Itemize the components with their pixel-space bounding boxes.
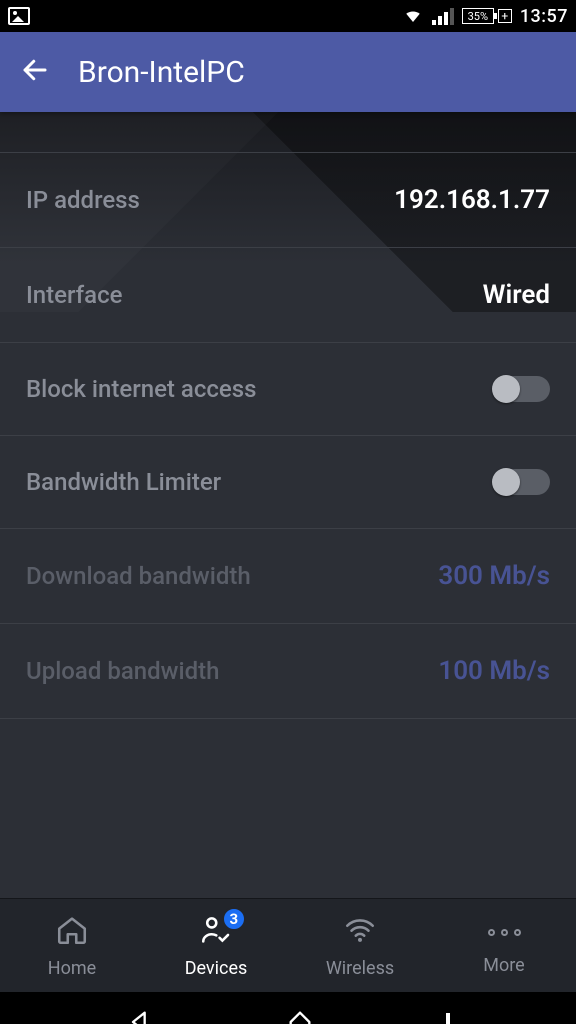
bandwidth-limiter-toggle[interactable] bbox=[494, 469, 550, 495]
battery-plus-icon: + bbox=[498, 9, 512, 23]
nav-more-label: More bbox=[483, 955, 524, 976]
download-bw-value: 300 Mb/s bbox=[438, 561, 550, 591]
row-ip-address: IP address 192.168.1.77 bbox=[0, 152, 576, 248]
nav-home-label: Home bbox=[48, 958, 96, 979]
row-interface: Interface Wired bbox=[0, 248, 576, 343]
block-internet-toggle[interactable] bbox=[494, 376, 550, 402]
ip-value: 192.168.1.77 bbox=[394, 185, 550, 215]
android-status-bar: 35% + 13:57 bbox=[0, 0, 576, 32]
bandwidth-limiter-label: Bandwidth Limiter bbox=[26, 468, 221, 496]
nav-home[interactable]: Home bbox=[0, 899, 144, 992]
wireless-icon bbox=[341, 913, 379, 952]
block-internet-label: Block internet access bbox=[26, 375, 256, 403]
interface-label: Interface bbox=[26, 281, 122, 309]
battery-percent: 35% bbox=[463, 9, 493, 23]
row-block-internet: Block internet access bbox=[0, 343, 576, 436]
nav-wireless[interactable]: Wireless bbox=[288, 899, 432, 992]
ip-label: IP address bbox=[26, 186, 140, 214]
cell-signal-icon bbox=[432, 7, 454, 25]
row-download-bandwidth[interactable]: Download bandwidth 300 Mb/s bbox=[0, 529, 576, 624]
download-bw-label: Download bandwidth bbox=[26, 562, 251, 590]
android-nav-bar bbox=[0, 992, 576, 1024]
page-title: Bron-IntelPC bbox=[78, 55, 245, 90]
more-icon bbox=[488, 915, 521, 949]
nav-devices-label: Devices bbox=[185, 958, 248, 979]
nav-more[interactable]: More bbox=[432, 899, 576, 992]
home-icon bbox=[53, 913, 91, 952]
notification-image-icon bbox=[8, 7, 30, 25]
battery-indicator: 35% + bbox=[462, 8, 512, 24]
app-header: Bron-IntelPC bbox=[0, 32, 576, 112]
bottom-nav: Home 3 Devices Wireless More bbox=[0, 898, 576, 992]
android-back-button[interactable] bbox=[126, 1008, 154, 1024]
devices-badge: 3 bbox=[222, 907, 246, 931]
device-detail-panel: IP address 192.168.1.77 Interface Wired … bbox=[0, 112, 576, 898]
row-bandwidth-limiter: Bandwidth Limiter bbox=[0, 436, 576, 529]
arrow-left-icon bbox=[20, 55, 50, 85]
android-recents-button[interactable] bbox=[446, 1015, 450, 1024]
wifi-icon bbox=[402, 7, 424, 25]
android-home-button[interactable] bbox=[286, 1008, 314, 1024]
interface-value: Wired bbox=[483, 280, 550, 310]
nav-wireless-label: Wireless bbox=[326, 958, 394, 979]
clock: 13:57 bbox=[520, 6, 568, 27]
upload-bw-value: 100 Mb/s bbox=[438, 656, 550, 686]
nav-devices[interactable]: 3 Devices bbox=[144, 899, 288, 992]
upload-bw-label: Upload bandwidth bbox=[26, 657, 219, 685]
row-upload-bandwidth[interactable]: Upload bandwidth 100 Mb/s bbox=[0, 624, 576, 719]
back-button[interactable] bbox=[20, 55, 50, 89]
